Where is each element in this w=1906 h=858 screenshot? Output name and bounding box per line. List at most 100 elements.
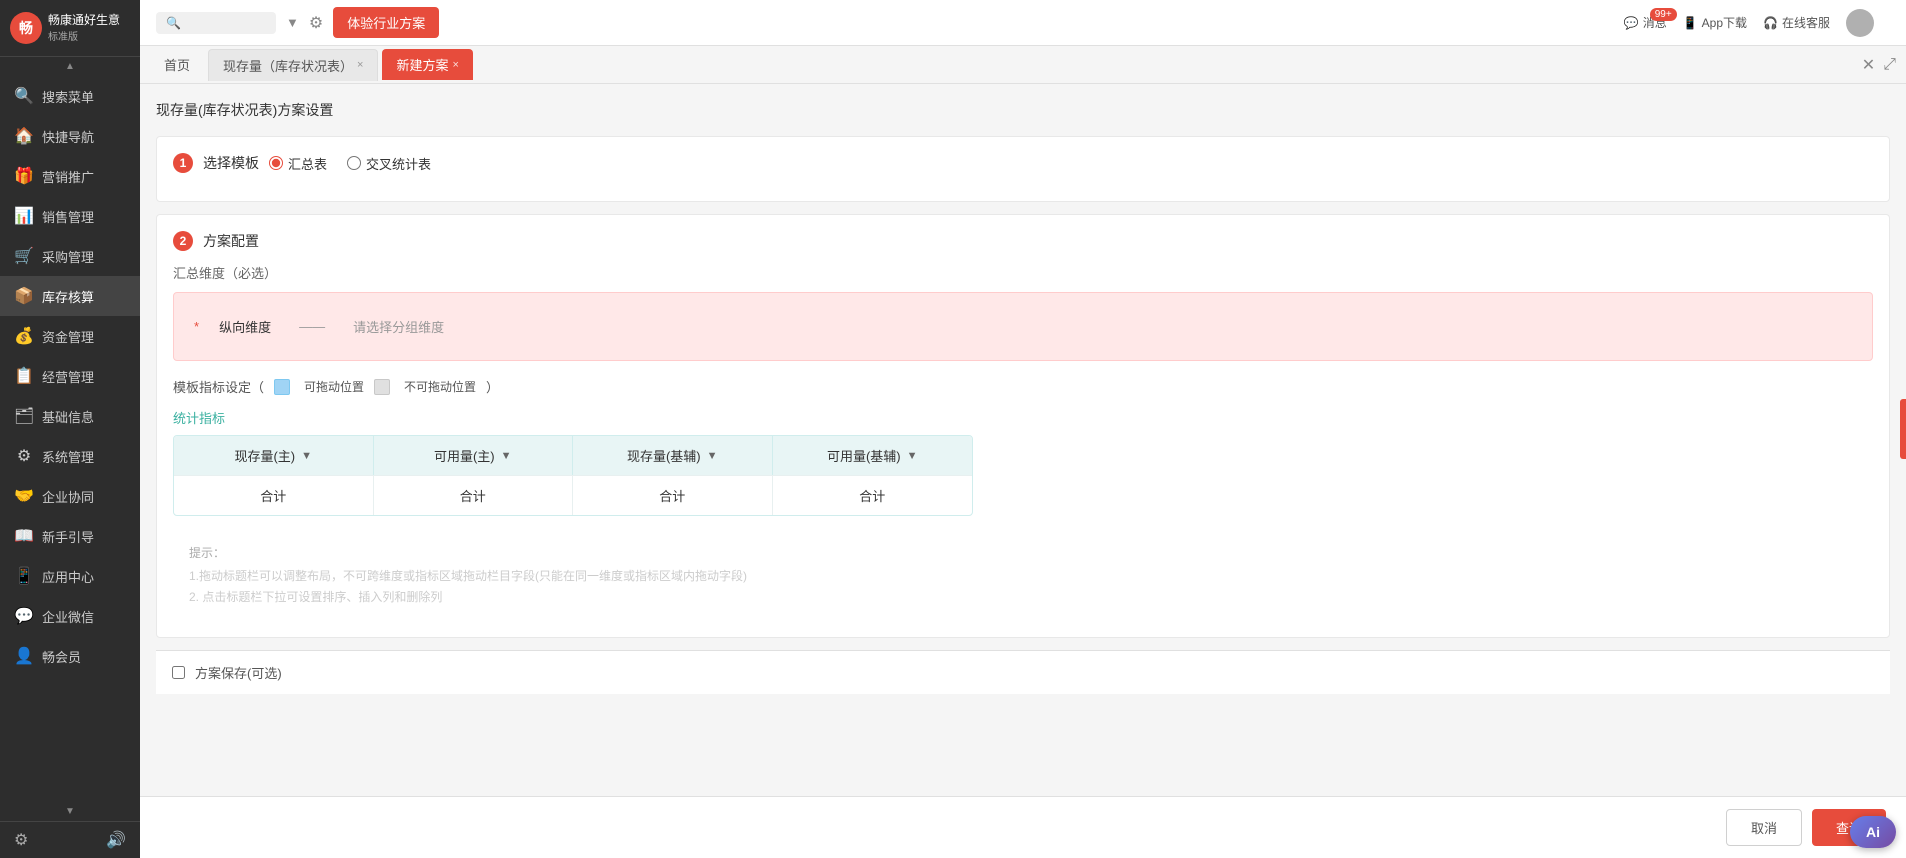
box-icon: 📦 — [14, 286, 34, 306]
radio-cross[interactable]: 交叉统计表 — [347, 154, 431, 173]
online-service-button[interactable]: 🎧 在线客服 — [1763, 14, 1830, 31]
sidebar-item-quick-nav[interactable]: 🏠 快捷导航 — [0, 116, 140, 156]
stats-section-label: 统计指标 — [173, 408, 1873, 427]
radio-summary-input[interactable] — [269, 156, 283, 170]
tab-home[interactable]: 首页 — [150, 49, 204, 80]
save-checkbox[interactable] — [172, 666, 185, 679]
stats-table-row-0: 合计 合计 合计 合计 — [174, 475, 972, 515]
tab-new-plan[interactable]: 新建方案 × — [382, 49, 472, 80]
search-box: 🔍 — [156, 12, 276, 34]
radio-summary[interactable]: 汇总表 — [269, 154, 327, 173]
close-tab-button[interactable]: ✕ — [1862, 55, 1875, 75]
tips-item-1: 2. 点击标题栏下拉可设置排序、插入列和删除列 — [189, 588, 1857, 605]
headset-icon: 🎧 — [1763, 16, 1778, 30]
topbar: 🔍 ▼ ⚙ 体验行业方案 💬 消息 99+ 📱 App下载 🎧 在线客服 — [140, 0, 1906, 46]
required-mark: * — [194, 319, 199, 334]
sidebar-item-operation[interactable]: 📋 经营管理 — [0, 356, 140, 396]
message-button[interactable]: 💬 消息 99+ — [1624, 14, 1667, 31]
step1-number: 1 — [173, 153, 193, 173]
sidebar-item-member[interactable]: 👤 畅会员 — [0, 636, 140, 676]
col-header-2[interactable]: 现存量(基辅) ▼ — [573, 436, 773, 475]
try-industry-button[interactable]: 体验行业方案 — [333, 7, 439, 38]
sidebar-item-wechat[interactable]: 💬 企业微信 — [0, 596, 140, 636]
sidebar-item-newbie[interactable]: 📖 新手引导 — [0, 516, 140, 556]
radio-cross-input[interactable] — [347, 156, 361, 170]
sidebar-item-inventory[interactable]: 📦 库存核算 — [0, 276, 140, 316]
sidebar: 畅 畅康通好生意 标准版 ▲ 🔍 搜索菜单 🏠 快捷导航 🎁 营销推广 📊 销售… — [0, 0, 140, 858]
sidebar-item-app-center[interactable]: 📱 应用中心 — [0, 556, 140, 596]
step2-title: 方案配置 — [203, 231, 259, 251]
indicator-settings-close: ） — [486, 377, 499, 396]
step1-header: 1 选择模板 汇总表 交叉统计表 — [173, 153, 1873, 173]
handshake-icon: 🤝 — [14, 486, 34, 506]
non-draggable-label: 不可拖动位置 — [404, 378, 476, 395]
home-tab-label: 首页 — [164, 55, 190, 74]
draggable-label: 可拖动位置 — [304, 378, 364, 395]
topbar-right: 💬 消息 99+ 📱 App下载 🎧 在线客服 — [1624, 9, 1890, 37]
col-label-3: 可用量(基辅) — [827, 446, 901, 465]
search-icon-small: 🔍 — [166, 16, 181, 30]
sidebar-item-search[interactable]: 🔍 搜索菜单 — [0, 76, 140, 116]
sidebar-label-marketing: 营销推广 — [42, 167, 94, 186]
sidebar-label-finance: 资金管理 — [42, 327, 94, 346]
expand-tab-button[interactable]: ⤢ — [1883, 56, 1896, 74]
sidebar-item-marketing[interactable]: 🎁 营销推广 — [0, 156, 140, 196]
stats-table-header: 现存量(主) ▼ 可用量(主) ▼ 现存量(基辅) ▼ 可用量(基辅) ▼ — [174, 436, 972, 475]
col-chevron-3[interactable]: ▼ — [907, 450, 918, 462]
draggable-tag — [274, 379, 290, 395]
sidebar-bottom: ⚙ 🔊 — [0, 821, 140, 858]
online-service-label: 在线客服 — [1782, 14, 1830, 31]
sound-icon[interactable]: 🔊 — [106, 830, 126, 850]
sidebar-label-search: 搜索菜单 — [42, 87, 94, 106]
new-plan-tab-close[interactable]: × — [452, 59, 458, 71]
step1-section: 1 选择模板 汇总表 交叉统计表 — [156, 136, 1890, 202]
settings-icon[interactable]: ⚙ — [14, 830, 28, 850]
ai-button[interactable]: Ai — [1850, 816, 1896, 848]
footer-save-section: 方案保存(可选) — [156, 650, 1890, 694]
step1-title: 选择模板 — [203, 153, 259, 173]
col-label-1: 可用量(主) — [434, 446, 495, 465]
sidebar-scroll-down[interactable]: ▼ — [0, 802, 140, 821]
indicator-settings: 模板指标设定（ 可拖动位置 不可拖动位置 ） — [173, 377, 1873, 396]
sidebar-item-system[interactable]: ⚙ 系统管理 — [0, 436, 140, 476]
right-scroll-indicator — [1900, 399, 1906, 459]
new-plan-tab-label: 新建方案 — [396, 55, 448, 74]
app-download-button[interactable]: 📱 App下载 — [1683, 14, 1747, 31]
col-header-3[interactable]: 可用量(基辅) ▼ — [773, 436, 973, 475]
vertical-dim-label: 纵向维度 — [219, 317, 271, 336]
sidebar-label-sales: 销售管理 — [42, 207, 94, 226]
dimension-area[interactable]: * 纵向维度 —— 请选择分组维度 — [173, 292, 1873, 361]
col-chevron-2[interactable]: ▼ — [707, 450, 718, 462]
money-icon: 💰 — [14, 326, 34, 346]
sidebar-scroll-up[interactable]: ▲ — [0, 57, 140, 76]
sidebar-item-finance[interactable]: 💰 资金管理 — [0, 316, 140, 356]
chart-icon: 📊 — [14, 206, 34, 226]
sidebar-label-operation: 经营管理 — [42, 367, 94, 386]
sidebar-item-sales[interactable]: 📊 销售管理 — [0, 196, 140, 236]
bottom-action-bar: 取消 查询 — [140, 796, 1906, 858]
system-icon: ⚙ — [14, 446, 34, 466]
col-label-0: 现存量(主) — [234, 446, 295, 465]
sidebar-item-basic[interactable]: 🗂 基础信息 — [0, 396, 140, 436]
col-chevron-1[interactable]: ▼ — [501, 450, 512, 462]
dropdown-icon[interactable]: ▼ — [286, 15, 299, 30]
logo-text-block: 畅康通好生意 标准版 — [48, 13, 120, 44]
search-input[interactable] — [185, 16, 265, 30]
content-area: 现存量(库存状况表)方案设置 1 选择模板 汇总表 交叉统计表 — [140, 84, 1906, 796]
col-header-1[interactable]: 可用量(主) ▼ — [374, 436, 574, 475]
sidebar-item-purchase[interactable]: 🛒 采购管理 — [0, 236, 140, 276]
user-avatar[interactable] — [1846, 9, 1874, 37]
gear-icon[interactable]: ⚙ — [309, 13, 323, 33]
cancel-button[interactable]: 取消 — [1726, 809, 1802, 846]
app-tag: 标准版 — [48, 28, 120, 43]
template-radio-group: 汇总表 交叉统计表 — [269, 154, 431, 173]
tab-inventory[interactable]: 现存量（库存状况表） × — [208, 49, 378, 81]
message-badge: 99+ — [1650, 8, 1677, 21]
app-download-label: App下载 — [1702, 14, 1747, 31]
col-header-0[interactable]: 现存量(主) ▼ — [174, 436, 374, 475]
inventory-tab-close[interactable]: × — [357, 59, 363, 71]
col-chevron-0[interactable]: ▼ — [301, 450, 312, 462]
mobile-icon: 📱 — [14, 566, 34, 586]
sidebar-item-enterprise[interactable]: 🤝 企业协同 — [0, 476, 140, 516]
sidebar-label-system: 系统管理 — [42, 447, 94, 466]
